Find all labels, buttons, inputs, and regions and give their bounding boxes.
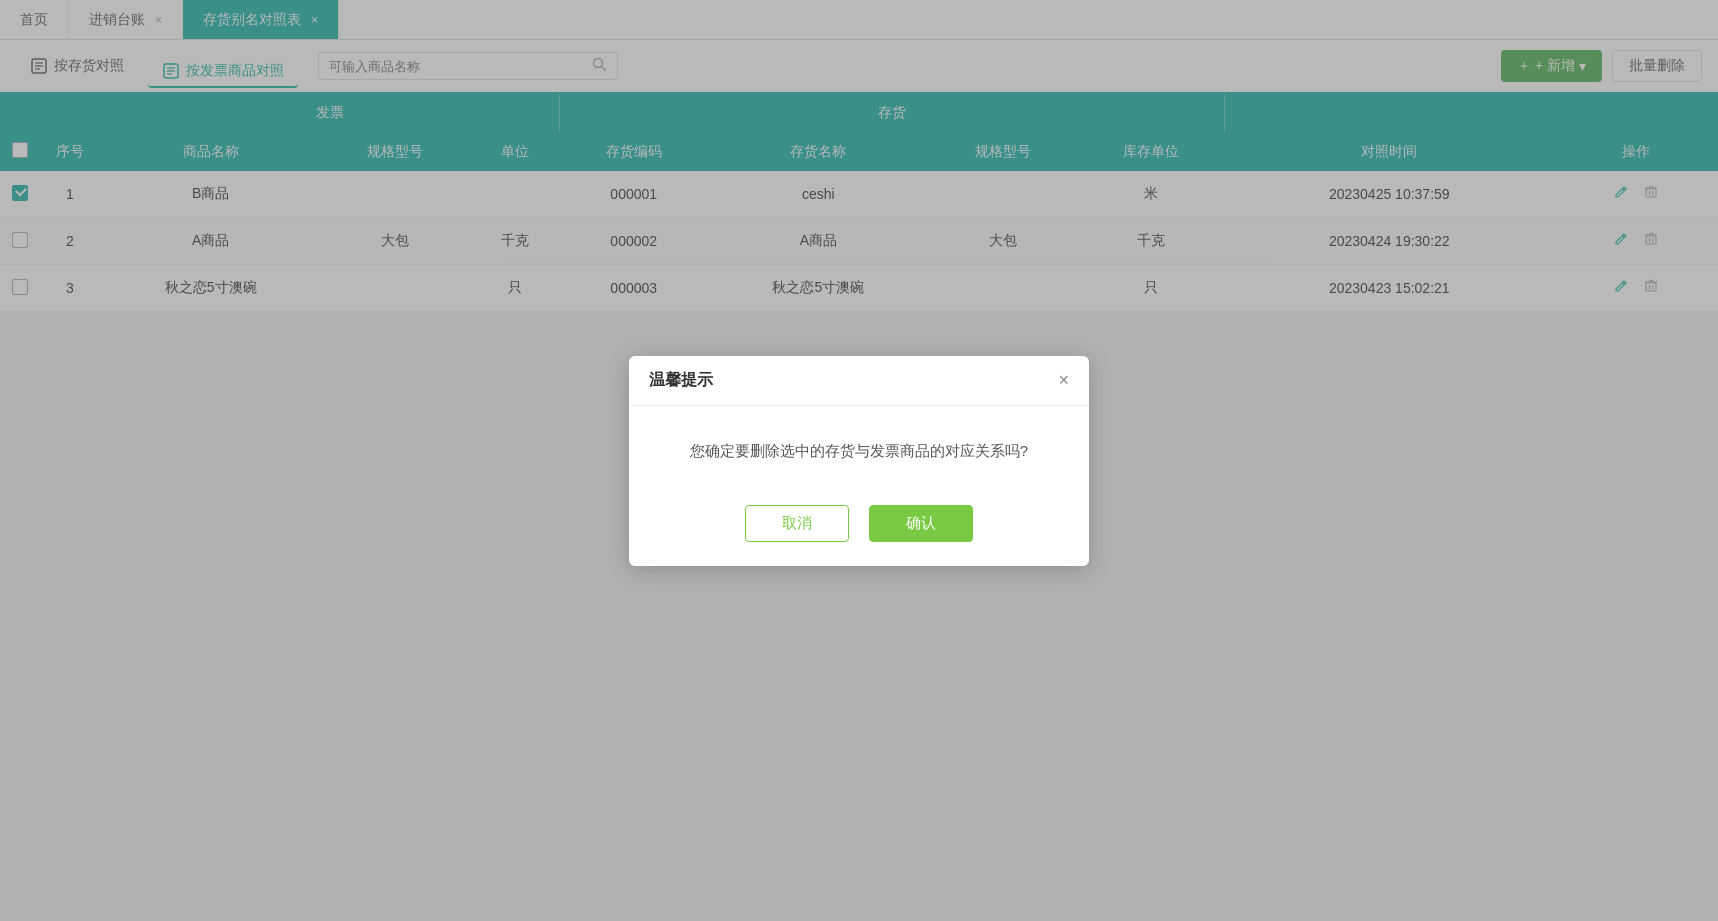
modal-overlay: 温馨提示 × 您确定要删除选中的存货与发票商品的对应关系吗? 取消 确认 — [0, 0, 1718, 312]
